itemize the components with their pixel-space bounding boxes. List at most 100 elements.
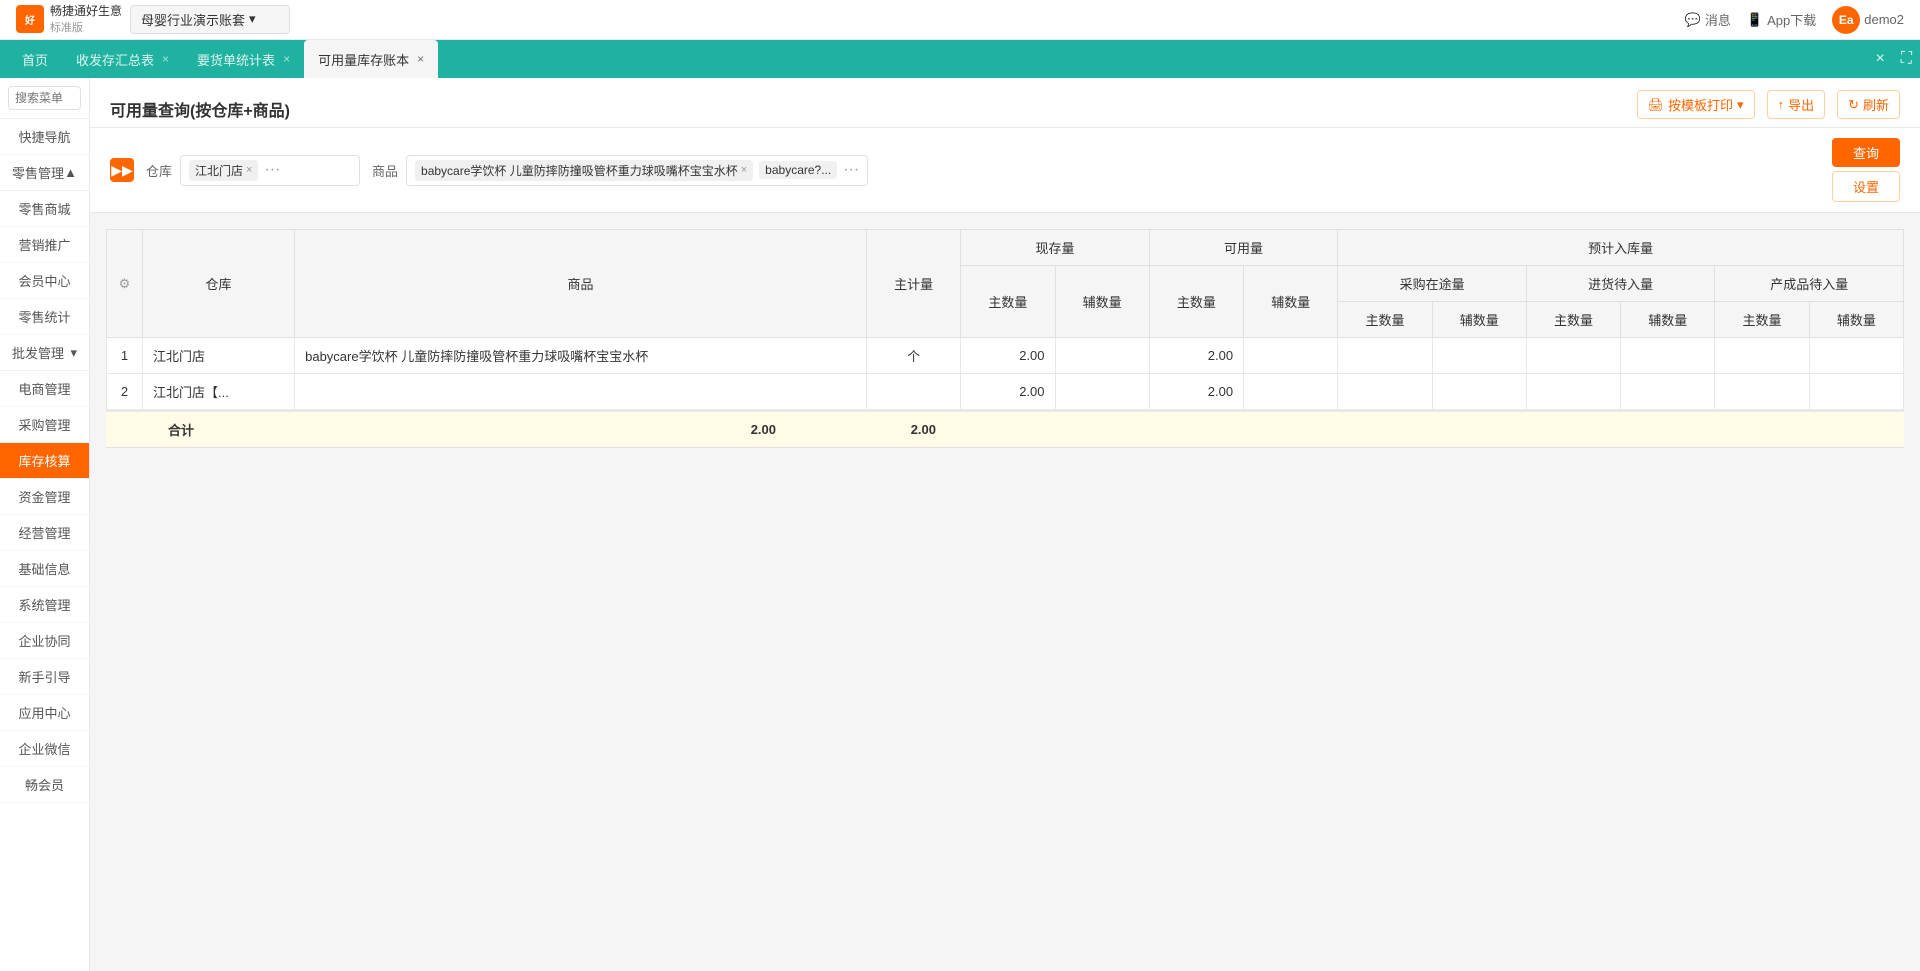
cell-warehouse: 江北门店	[143, 338, 295, 374]
cell-incoming-aux	[1621, 374, 1715, 410]
warehouse-filter-input[interactable]: 江北门店 × ···	[180, 155, 360, 186]
query-button[interactable]: 查询	[1832, 138, 1900, 167]
export-label: 导出	[1788, 95, 1814, 114]
refresh-button[interactable]: ↻ 刷新	[1837, 90, 1900, 119]
cell-incoming-main	[1526, 338, 1620, 374]
cell-prod-aux	[1809, 338, 1903, 374]
sidebar-item-retail-mall[interactable]: 零售商城	[0, 191, 89, 227]
sidebar-system-label: 系统管理	[18, 595, 70, 614]
sidebar-item-purchase-mgmt[interactable]: 采购管理	[0, 407, 89, 443]
sidebar-item-app-center[interactable]: 应用中心	[0, 695, 89, 731]
sidebar-item-ecommerce-mgmt[interactable]: 电商管理	[0, 371, 89, 407]
th-prod-main: 主数量	[1715, 302, 1809, 338]
app-download-action[interactable]: 📱 App下载	[1747, 10, 1816, 29]
sidebar-item-system-mgmt[interactable]: 系统管理	[0, 587, 89, 623]
tab-available-close[interactable]: ×	[417, 52, 424, 66]
cell-available-main: 2.00	[1149, 338, 1243, 374]
tab-receipt-close[interactable]: ×	[162, 52, 169, 66]
product-tag1-close[interactable]: ×	[741, 164, 747, 176]
export-button[interactable]: ↑ 导出	[1767, 90, 1826, 119]
cell-prod-aux	[1809, 374, 1903, 410]
warehouse-filter-label: 仓库	[146, 161, 172, 180]
cell-prod-main	[1715, 374, 1809, 410]
th-planned-inbound: 预计入库量	[1338, 230, 1904, 266]
maximize-icon[interactable]: ⛶	[1901, 50, 1912, 68]
gear-icon[interactable]: ⚙	[117, 276, 132, 292]
sidebar-item-inventory-check[interactable]: 库存核算	[0, 443, 89, 479]
table-row: 1 江北门店 babycare学饮杯 儿童防摔防撞吸管杯重力球吸嘴杯宝宝水杯 个…	[107, 338, 1904, 374]
tab-receipt-summary[interactable]: 收发存汇总表 ×	[62, 40, 183, 78]
cell-seq: 1	[107, 338, 143, 374]
th-main-unit: 主计量	[867, 230, 961, 338]
logo-area: 好 畅捷通好生意 标准版	[16, 4, 122, 34]
th-available-main-qty: 主数量	[1149, 266, 1243, 338]
close-all-tabs[interactable]: ×	[1867, 50, 1892, 68]
user-label: demo2	[1864, 12, 1904, 27]
search-input[interactable]	[8, 86, 81, 110]
sidebar-item-quick-nav[interactable]: 快捷导航	[0, 119, 89, 155]
cell-available-main: 2.00	[1149, 374, 1243, 410]
sidebar-item-retail-stats[interactable]: 零售统计	[0, 299, 89, 335]
sidebar-retail-mall-label: 零售商城	[18, 199, 70, 218]
sidebar-item-new-guide[interactable]: 新手引导	[0, 659, 89, 695]
tab-receipt-label: 收发存汇总表	[76, 50, 154, 69]
message-action[interactable]: 💬 消息	[1685, 10, 1731, 29]
sidebar-item-enterprise-wechat[interactable]: 企业微信	[0, 731, 89, 767]
product-filter-dots[interactable]: ···	[843, 161, 859, 179]
th-available-aux-qty: 辅数量	[1244, 266, 1338, 338]
sidebar-new-guide-label: 新手引导	[18, 667, 70, 686]
sidebar-item-member-plus[interactable]: 畅会员	[0, 767, 89, 803]
cell-product	[295, 374, 867, 410]
sidebar-retail-stats-label: 零售统计	[18, 307, 70, 326]
settings-button[interactable]: 设置	[1832, 171, 1900, 202]
chevron-down-icon: ▾	[249, 11, 256, 27]
sidebar-purchase-label: 采购管理	[18, 415, 70, 434]
sidebar-item-member-center[interactable]: 会员中心	[0, 263, 89, 299]
footer-stock-main: 2.00	[696, 422, 776, 437]
th-stock-aux-qty: 辅数量	[1055, 266, 1149, 338]
header-right: 💬 消息 📱 App下载 Ea demo2	[1685, 6, 1904, 34]
cell-prod-main	[1715, 338, 1809, 374]
sidebar-quick-nav-label: 快捷导航	[18, 127, 70, 146]
product-filter-input[interactable]: babycare学饮杯 儿童防摔防撞吸管杯重力球吸嘴杯宝宝水杯 × babyca…	[406, 155, 868, 186]
th-prod-aux: 辅数量	[1809, 302, 1903, 338]
product-filter-label: 商品	[372, 161, 398, 180]
sidebar-finance-label: 资金管理	[18, 487, 70, 506]
footer-label: 合计	[116, 420, 246, 439]
sidebar-item-marketing[interactable]: 营销推广	[0, 227, 89, 263]
sidebar: 快捷导航 零售管理 ▲ 零售商城 营销推广 会员中心 零售统计 批发管理 ▾ 电…	[0, 78, 90, 971]
warehouse-tag: 江北门店 ×	[189, 160, 258, 181]
sidebar-item-wholesale-mgmt[interactable]: 批发管理 ▾	[0, 335, 89, 371]
table-row: 2 江北门店【... 2.00 2.00	[107, 374, 1904, 410]
app-icon: 📱	[1747, 12, 1763, 28]
industry-selector[interactable]: 母婴行业演示账套 ▾	[130, 5, 290, 34]
tab-order-close[interactable]: ×	[283, 52, 290, 66]
filter-expand-button[interactable]: ▶▶	[110, 158, 134, 182]
tab-home[interactable]: 首页	[8, 40, 62, 78]
cell-stock-aux	[1055, 374, 1149, 410]
sidebar-item-operations-mgmt[interactable]: 经营管理	[0, 515, 89, 551]
product-tag2-value: babycare?...	[765, 163, 831, 177]
cell-warehouse: 江北门店【...	[143, 374, 295, 410]
sidebar-item-enterprise-collab[interactable]: 企业协同	[0, 623, 89, 659]
content-area: 可用量查询(按仓库+商品) 🖨 按模板打印 ▾ ↑ 导出 ↻ 刷新 ▶▶	[90, 78, 1920, 971]
user-action[interactable]: Ea demo2	[1832, 6, 1904, 34]
cell-proc-aux	[1432, 338, 1526, 374]
warehouse-filter-group: 仓库 江北门店 × ···	[146, 155, 360, 186]
product-tag2: babycare?...	[759, 161, 837, 179]
tab-available-stock[interactable]: 可用量库存账本 ×	[304, 40, 438, 78]
warehouse-tag-close[interactable]: ×	[246, 164, 252, 176]
cell-available-aux	[1244, 338, 1338, 374]
sidebar-item-retail-mgmt[interactable]: 零售管理 ▲	[0, 155, 89, 191]
sidebar-member-label: 会员中心	[18, 271, 70, 290]
sidebar-item-finance-mgmt[interactable]: 资金管理	[0, 479, 89, 515]
sidebar-item-basic-info[interactable]: 基础信息	[0, 551, 89, 587]
th-procurement-transit: 采购在途量	[1338, 266, 1527, 302]
logo-text-area: 畅捷通好生意 标准版	[50, 4, 122, 34]
tab-order-stats[interactable]: 要货单统计表 ×	[183, 40, 304, 78]
warehouse-filter-dots[interactable]: ···	[264, 161, 280, 179]
table-wrapper: ⚙ 仓库 商品 主计量 现存量	[90, 213, 1920, 971]
sidebar-inventory-label: 库存核算	[18, 451, 70, 470]
template-print-button[interactable]: 🖨 按模板打印 ▾	[1637, 90, 1755, 119]
data-table: ⚙ 仓库 商品 主计量 现存量	[106, 229, 1904, 410]
